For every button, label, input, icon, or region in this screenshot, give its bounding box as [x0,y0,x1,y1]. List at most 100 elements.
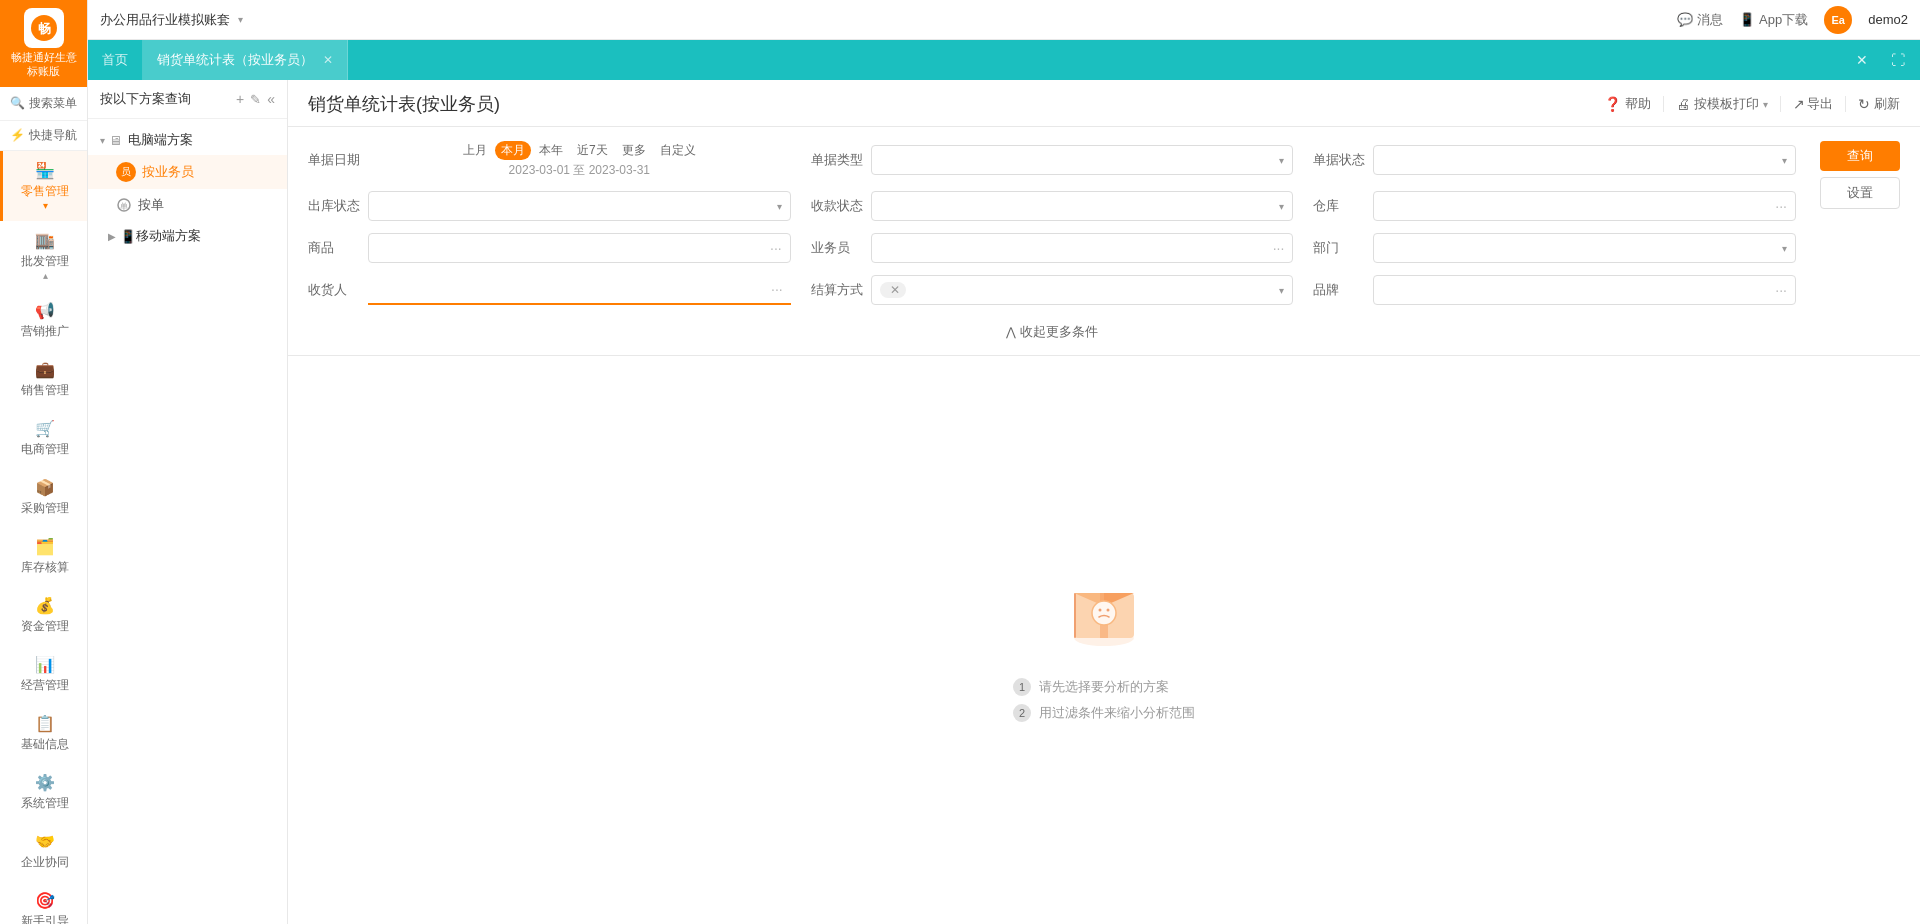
collapse-bar[interactable]: ⋀ 收起更多条件 [308,317,1796,341]
settlement-select[interactable]: ✕ ▾ [871,275,1294,305]
tree-group-desktop-header[interactable]: ▾ 🖥 电脑端方案 [88,125,287,155]
receive-status-select[interactable]: ▾ [871,191,1294,221]
sidebar-item-purchase[interactable]: 📦 采购管理 [0,468,87,527]
receive-status-arrow: ▾ [1279,201,1284,212]
doc-status-select[interactable]: ▾ [1373,145,1796,175]
help-btn[interactable]: ❓ 帮助 [1604,95,1651,113]
print-btn[interactable]: 🖨 按模板打印 ▾ [1676,95,1768,113]
sidebar-item-enterprise[interactable]: 🤝 企业协同 [0,822,87,881]
newbie-icon: 🎯 [35,891,55,910]
user-avatar[interactable]: Ea [1824,6,1852,34]
sidebar-item-basics[interactable]: 📋 基础信息 [0,704,87,763]
date-field: 单据日期 上月 本月 本年 近7天 更多 自定义 [308,141,791,179]
sidebar-item-retail[interactable]: 🏪 零售管理 ▾ [0,151,87,221]
date-tab-this-month[interactable]: 本月 [495,141,531,160]
warehouse-select[interactable]: ··· [1373,191,1796,221]
add-scheme-btn[interactable]: + [236,91,244,107]
tree-group-desktop: ▾ 🖥 电脑端方案 员 按业务员 单 按单 [88,125,287,221]
left-panel-title: 按以下方案查询 [100,90,191,108]
user-name[interactable]: demo2 [1868,12,1908,27]
refresh-icon: ↻ [1858,96,1870,112]
hint-num-2: 2 [1013,704,1031,722]
message-btn[interactable]: 💬 消息 [1677,11,1723,29]
brand-label: 品牌 [1313,281,1365,299]
doc-type-select[interactable]: ▾ [871,145,1294,175]
tab-sales-stat-label: 销货单统计表（按业务员） [157,51,313,69]
svg-point-10 [1107,609,1110,612]
warehouse-field: 仓库 ··· [1313,191,1796,221]
date-input[interactable]: 上月 本月 本年 近7天 更多 自定义 2023-03-01 至 2023-03… [368,141,791,179]
receive-status-field: 收款状态 ▾ [811,191,1294,221]
sidebar-item-finance[interactable]: 💰 资金管理 [0,586,87,645]
tab-expand-btn[interactable]: ⛶ [1884,46,1912,74]
app-dropdown-icon[interactable]: ▾ [238,14,243,25]
out-status-select[interactable]: ▾ [368,191,791,221]
edit-scheme-btn[interactable]: ✎ [250,92,261,107]
export-label: 导出 [1807,95,1833,113]
main-area: 办公用品行业模拟账套 ▾ 💬 消息 📱 App下载 Ea demo2 首页 销货… [88,0,1920,924]
sidebar-logo[interactable]: 畅 畅捷通好生意 标账版 [0,0,87,87]
settlement-tag: ✕ [880,282,906,298]
date-tab-last-month[interactable]: 上月 [457,141,493,160]
consignee-input[interactable]: ··· [368,275,791,305]
date-tab-custom[interactable]: 自定义 [654,141,702,160]
goods-ellipsis[interactable]: ··· [770,240,782,256]
tab-close-icon[interactable]: ✕ [323,53,333,67]
hint-text-1: 请先选择要分析的方案 [1039,678,1169,696]
sidebar-item-sales[interactable]: 💼 销售管理 [0,350,87,409]
tree-item-by-order[interactable]: 单 按单 [88,189,287,221]
wholesale-icon: 🏬 [35,231,55,250]
goods-select[interactable]: ··· [368,233,791,263]
sidebar-item-operations[interactable]: 📊 经营管理 [0,645,87,704]
sidebar-item-wholesale[interactable]: 🏬 批发管理 ▴ [0,221,87,291]
export-btn[interactable]: ↗ 导出 [1793,95,1833,113]
logo-icon: 畅 [24,8,64,48]
quick-nav-btn[interactable]: ⚡ 快捷导航 [0,121,87,151]
query-button[interactable]: 查询 [1820,141,1900,171]
collapse-panel-btn[interactable]: « [267,91,275,107]
tab-sales-stat[interactable]: 销货单统计表（按业务员） ✕ [143,40,348,80]
date-tab-more[interactable]: 更多 [616,141,652,160]
tree-item-by-salesman[interactable]: 员 按业务员 [88,155,287,189]
salesman-ellipsis[interactable]: ··· [1273,240,1285,256]
settings-button[interactable]: 设置 [1820,177,1900,209]
message-label: 消息 [1697,11,1723,29]
date-range: 2023-03-01 至 2023-03-31 [509,162,650,179]
settlement-remove-btn[interactable]: ✕ [890,283,900,297]
svg-text:畅: 畅 [37,21,50,36]
user-avatar-initials: Ea [1832,14,1845,26]
purchase-label: 采购管理 [21,500,69,517]
order-item-label: 按单 [138,196,164,214]
operations-label: 经营管理 [21,677,69,694]
query-area: 单据日期 上月 本月 本年 近7天 更多 自定义 [288,127,1920,356]
warehouse-ellipsis[interactable]: ··· [1775,198,1787,214]
divider-3 [1845,96,1846,112]
quick-nav-label: 快捷导航 [29,127,77,144]
svg-rect-6 [1074,593,1076,638]
app-download-btn[interactable]: 📱 App下载 [1739,11,1808,29]
brand-select[interactable]: ··· [1373,275,1796,305]
inventory-icon: 🗂️ [35,537,55,556]
sidebar-item-ecommerce[interactable]: 🛒 电商管理 [0,409,87,468]
search-menu-label: 搜索菜单 [29,95,77,112]
sidebar-item-newbie[interactable]: 🎯 新手引导 [0,881,87,924]
date-tab-this-year[interactable]: 本年 [533,141,569,160]
refresh-btn[interactable]: ↻ 刷新 [1858,95,1900,113]
brand-ellipsis[interactable]: ··· [1775,282,1787,298]
print-arrow[interactable]: ▾ [1763,99,1768,110]
sidebar-item-marketing[interactable]: 📢 营销推广 [0,291,87,350]
sidebar-item-system[interactable]: ⚙️ 系统管理 [0,763,87,822]
consignee-ellipsis[interactable]: ··· [771,281,783,297]
consignee-field: 收货人 ··· [308,275,791,305]
sidebar-item-inventory[interactable]: 🗂️ 库存核算 [0,527,87,586]
marketing-label: 营销推广 [21,323,69,340]
basics-icon: 📋 [35,714,55,733]
salesman-select[interactable]: ··· [871,233,1294,263]
tab-close-all-btn[interactable]: ✕ [1848,46,1876,74]
dept-select[interactable]: ▾ [1373,233,1796,263]
empty-icon [1054,558,1154,658]
tab-home[interactable]: 首页 [88,40,143,80]
date-tab-7days[interactable]: 近7天 [571,141,614,160]
tree-group-mobile-header[interactable]: ▶ 📱 移动端方案 [88,221,287,251]
search-menu-btn[interactable]: 🔍 搜索菜单 [0,87,87,121]
